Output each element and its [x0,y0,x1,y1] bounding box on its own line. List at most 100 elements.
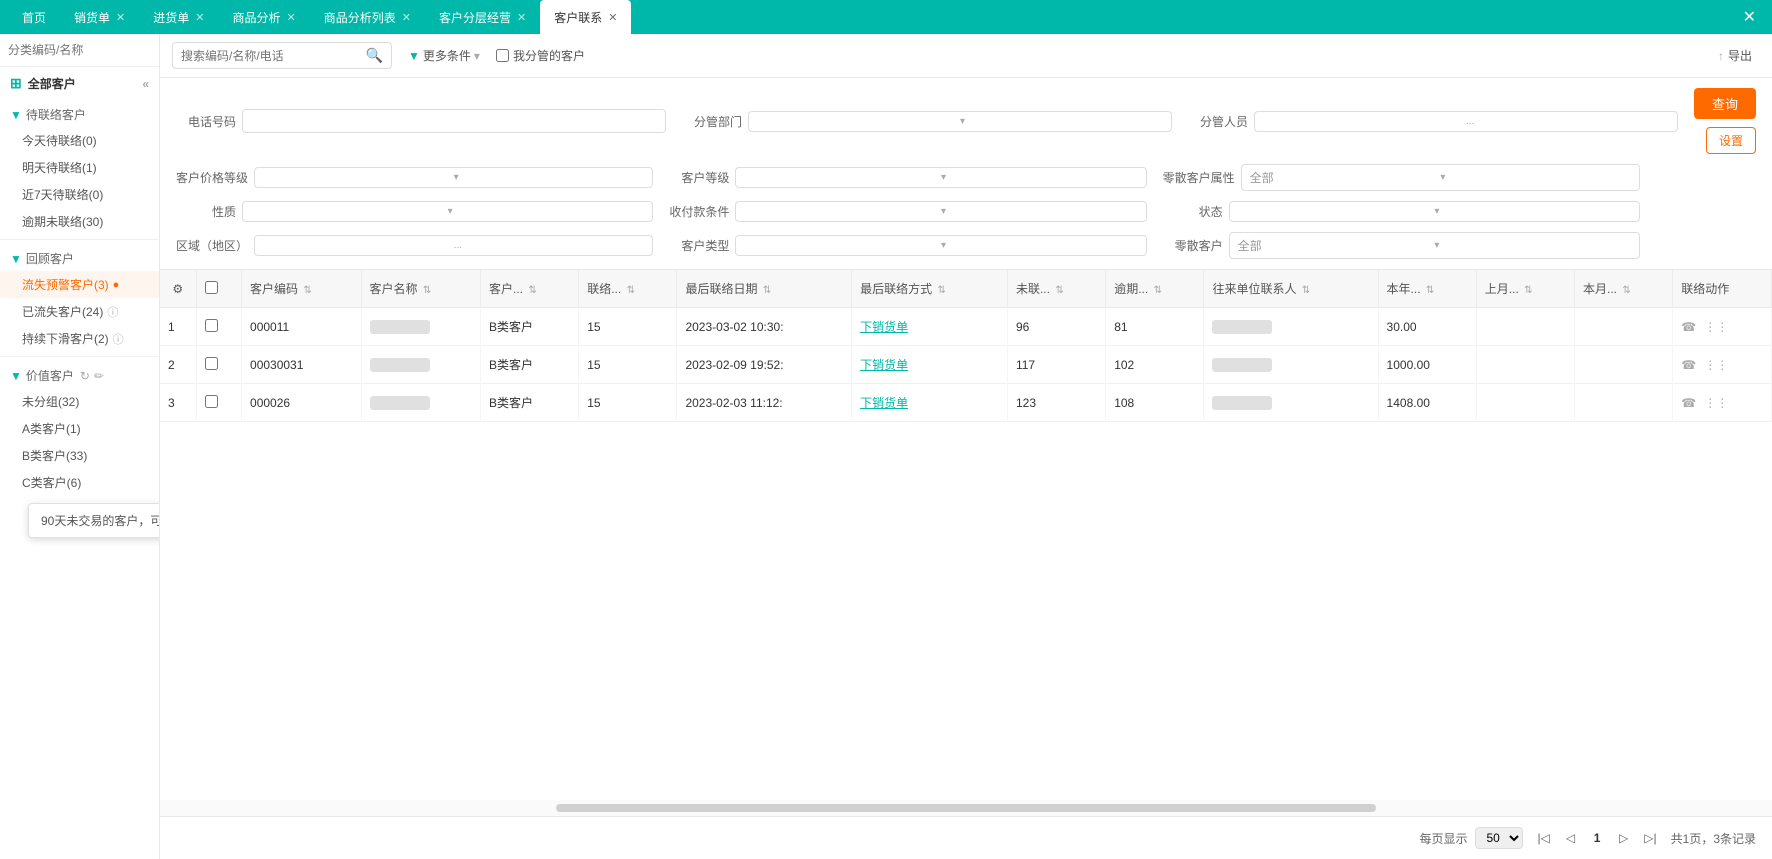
sidebar-item-class-b[interactable]: B类客户(33) [0,442,159,469]
sidebar-search[interactable]: 🔍 [0,34,159,67]
table-header-this-month[interactable]: 本月... ⇅ [1575,270,1673,308]
last-page-button[interactable]: ▷| [1638,829,1662,847]
table-header-this-year[interactable]: 本年... ⇅ [1378,270,1476,308]
tab-purchase-order-close[interactable]: ✕ [195,11,204,24]
table-header-contact[interactable]: 联络... ⇅ [579,270,677,308]
table-header-last-method[interactable]: 最后联络方式 ⇅ [852,270,1008,308]
table-header-last-month[interactable]: 上月... ⇅ [1476,270,1574,308]
row1-check[interactable] [205,319,218,332]
filter-phone-input[interactable] [242,109,666,133]
row1-last-method[interactable]: 下销货单 [852,308,1008,346]
table-header-name[interactable]: 客户名称 ⇅ [361,270,480,308]
tab-customer-tier-close[interactable]: ✕ [517,11,526,24]
sidebar-item-overdue[interactable]: 逾期未联络(30) [0,208,159,235]
tab-product-analysis-close[interactable]: ✕ [287,11,296,24]
tab-product-analysis-list[interactable]: 商品分析列表 ✕ [310,0,425,34]
row2-checkbox[interactable] [196,346,242,384]
tab-customer-contact-close[interactable]: ✕ [608,11,617,24]
table-header-code[interactable]: 客户编码 ⇅ [242,270,361,308]
per-page-label: 每页显示 [1419,830,1467,847]
search-box[interactable]: 🔍 [172,42,392,69]
select-all-checkbox[interactable] [205,281,218,294]
row2-action-more-icon[interactable]: ⋮⋮ [1704,358,1728,372]
sidebar-item-churned[interactable]: 已流失客户(24) ⓘ [0,298,159,325]
filter-nature-select[interactable]: ▾ [242,201,653,222]
my-customers-check[interactable] [496,49,509,62]
main-layout: 🔍 ⊞ 全部客户 « ▼ 待联络客户 今天待联络(0) 明天待联络(1) 近7天… [0,34,1772,859]
more-filters-button[interactable]: ▼ 更多条件 ▾ [400,43,488,68]
row2-method-link[interactable]: 下销货单 [860,358,908,372]
table-header-checkbox[interactable] [196,270,242,308]
row1-action-more-icon[interactable]: ⋮⋮ [1704,320,1728,334]
sidebar-item-today[interactable]: 今天待联络(0) [0,127,159,154]
table-header-settings[interactable]: ⚙ [160,270,196,308]
filter-status-select[interactable]: ▾ [1229,201,1640,222]
row3-check[interactable] [205,395,218,408]
row2-check[interactable] [205,357,218,370]
sidebar-item-tomorrow[interactable]: 明天待联络(1) [0,154,159,181]
window-close-icon[interactable]: ✕ [1735,7,1764,27]
sidebar-item-churn-warning[interactable]: 流失预警客户(3) ● [0,271,159,298]
sidebar-item-7days[interactable]: 近7天待联络(0) [0,181,159,208]
row1-action-phone-icon[interactable]: ☎ [1681,320,1696,334]
row2-action-phone-icon[interactable]: ☎ [1681,358,1696,372]
first-page-button[interactable]: |◁ [1531,829,1555,847]
per-page-select[interactable]: 50 [1475,827,1523,849]
sidebar-item-class-c[interactable]: C类客户(6) [0,469,159,496]
sidebar-item-declining[interactable]: 持续下滑客户(2) ⓘ [0,325,159,352]
tab-sales-order-close[interactable]: ✕ [116,11,125,24]
scrollbar-thumb[interactable] [556,804,1376,812]
scrollbar-track[interactable] [556,804,1376,812]
row1-method-link[interactable]: 下销货单 [860,320,908,334]
horizontal-scrollbar[interactable] [160,800,1772,816]
refresh-icon[interactable]: ↻ [80,369,90,383]
sidebar-item-class-a[interactable]: A类客户(1) [0,415,159,442]
arrow-down-icon-3: ▼ [10,369,22,383]
tab-product-analysis-list-close[interactable]: ✕ [402,11,411,24]
tab-customer-contact[interactable]: 客户联系 ✕ [540,0,631,34]
row3-checkbox[interactable] [196,384,242,422]
filter-region-select[interactable]: ... [254,235,653,256]
filter-customer-type-select[interactable]: ▾ [735,235,1146,256]
filter-price-grade-select[interactable]: ▾ [254,167,653,188]
sidebar-item-ungrouped[interactable]: 未分组(32) [0,388,159,415]
filter-payment-select[interactable]: ▾ [735,201,1146,222]
edit-icon[interactable]: ✏ [94,369,104,383]
tab-product-analysis[interactable]: 商品分析 ✕ [218,0,309,34]
row2-last-method[interactable]: 下销货单 [852,346,1008,384]
sidebar-all-customers[interactable]: ⊞ 全部客户 « [0,67,159,100]
table-header-overdue[interactable]: 逾期... ⇅ [1106,270,1204,308]
next-page-button[interactable]: ▷ [1613,829,1634,847]
tab-purchase-order[interactable]: 进货单 ✕ [139,0,218,34]
prev-page-button[interactable]: ◁ [1560,829,1581,847]
row3-method-link[interactable]: 下销货单 [860,396,908,410]
table-header-last-date[interactable]: 最后联络日期 ⇅ [677,270,852,308]
table-header-contact-person[interactable]: 往来单位联系人 ⇅ [1204,270,1378,308]
row3-index: 3 [160,384,196,422]
filter-dept-select[interactable]: ▾ [748,111,1172,132]
tab-home[interactable]: 首页 [8,0,60,34]
query-button[interactable]: 查询 [1694,88,1756,119]
export-icon: ↑ [1718,49,1724,63]
tab-customer-tier[interactable]: 客户分层经营 ✕ [425,0,540,34]
filter-person-select[interactable]: ... [1254,111,1678,132]
sort-nocontact-icon: ⇅ [1055,285,1063,296]
sidebar-search-input[interactable] [8,43,160,57]
filter-scatter-attr-select[interactable]: 全部 ▾ [1241,164,1640,191]
table-header-no-contact[interactable]: 未联... ⇅ [1007,270,1105,308]
search-input[interactable] [181,49,366,63]
row3-last-method[interactable]: 下销货单 [852,384,1008,422]
filter-scatter-select[interactable]: 全部 ▾ [1229,232,1640,259]
settings-button[interactable]: 设置 [1706,127,1756,154]
search-button[interactable]: 🔍 [366,47,383,64]
tab-sales-order[interactable]: 销货单 ✕ [60,0,139,34]
my-customers-checkbox[interactable]: 我分管的客户 [496,47,585,64]
row3-action-more-icon[interactable]: ⋮⋮ [1704,396,1728,410]
row3-action-phone-icon[interactable]: ☎ [1681,396,1696,410]
filter-customer-grade-select[interactable]: ▾ [735,167,1146,188]
sort-date-icon: ⇅ [763,285,771,296]
row1-checkbox[interactable] [196,308,242,346]
row1-index: 1 [160,308,196,346]
export-button[interactable]: ↑ 导出 [1710,43,1760,68]
table-header-type[interactable]: 客户... ⇅ [480,270,578,308]
